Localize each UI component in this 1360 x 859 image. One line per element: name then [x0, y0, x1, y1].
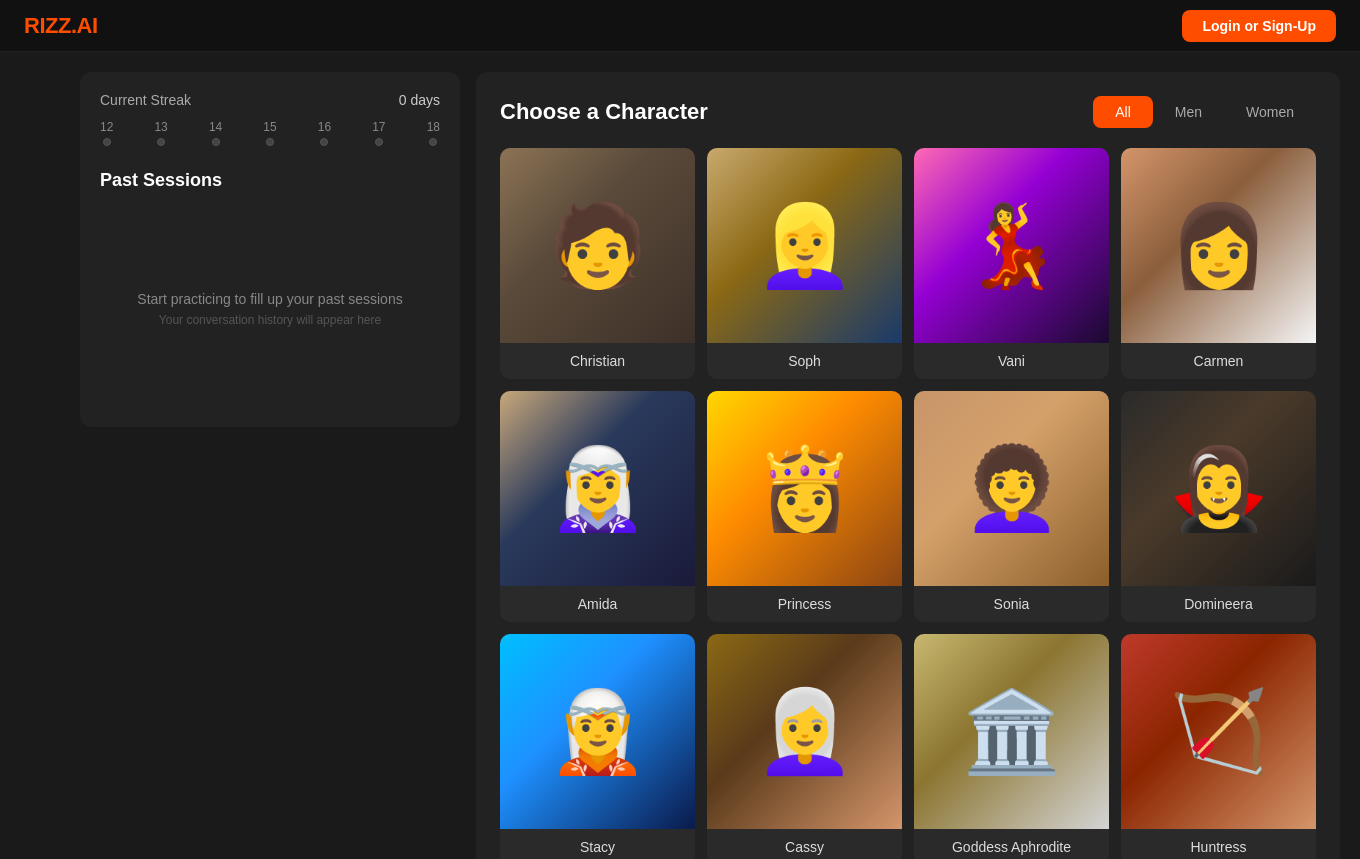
- character-image-cassy: 👩‍🦳: [707, 634, 902, 829]
- character-name-cassy: Cassy: [707, 829, 902, 859]
- character-name-sonia: Sonia: [914, 586, 1109, 622]
- empty-sessions: Start practicing to fill up your past se…: [100, 211, 440, 407]
- character-image-stacy: 🧝: [500, 634, 695, 829]
- character-name-huntress: Huntress: [1121, 829, 1316, 859]
- character-name-soph: Soph: [707, 343, 902, 379]
- character-avatar-amida: 🧝‍♀️: [500, 391, 695, 586]
- character-image-aphrodite: 🏛️: [914, 634, 1109, 829]
- character-avatar-stacy: 🧝: [500, 634, 695, 829]
- streak-label: Current Streak: [100, 92, 191, 108]
- character-name-christian: Christian: [500, 343, 695, 379]
- character-card-soph[interactable]: 👱‍♀️ Soph: [707, 148, 902, 379]
- day-dot: [320, 138, 328, 146]
- day-dot: [212, 138, 220, 146]
- character-card-amida[interactable]: 🧝‍♀️ Amida: [500, 391, 695, 622]
- character-image-sonia: 👩‍🦱: [914, 391, 1109, 586]
- empty-sessions-sub: Your conversation history will appear he…: [159, 313, 381, 327]
- day-number: 16: [318, 120, 331, 134]
- character-card-stacy[interactable]: 🧝 Stacy: [500, 634, 695, 859]
- character-image-huntress: 🏹: [1121, 634, 1316, 829]
- app-header: RIZZ.AI Login or Sign-Up: [0, 0, 1360, 52]
- app-logo: RIZZ.AI: [24, 13, 98, 39]
- main-layout: Current Streak 0 days 12 13 14 15 16 17 …: [0, 52, 1360, 859]
- day-item: 17: [372, 120, 385, 146]
- character-name-domineera: Domineera: [1121, 586, 1316, 622]
- character-image-princess: 👸: [707, 391, 902, 586]
- character-card-huntress[interactable]: 🏹 Huntress: [1121, 634, 1316, 859]
- character-avatar-vani: 💃: [914, 148, 1109, 343]
- character-name-vani: Vani: [914, 343, 1109, 379]
- day-dot: [429, 138, 437, 146]
- filter-tabs: AllMenWomen: [1093, 96, 1316, 128]
- streak-header: Current Streak 0 days: [100, 92, 440, 108]
- day-dot: [266, 138, 274, 146]
- character-avatar-christian: 🧑: [500, 148, 695, 343]
- character-name-aphrodite: Goddess Aphrodite: [914, 829, 1109, 859]
- character-name-amida: Amida: [500, 586, 695, 622]
- login-button[interactable]: Login or Sign-Up: [1182, 10, 1336, 42]
- character-card-sonia[interactable]: 👩‍🦱 Sonia: [914, 391, 1109, 622]
- day-item: 16: [318, 120, 331, 146]
- day-number: 14: [209, 120, 222, 134]
- day-number: 17: [372, 120, 385, 134]
- character-image-carmen: 👩: [1121, 148, 1316, 343]
- day-dot: [157, 138, 165, 146]
- filter-tab-women[interactable]: Women: [1224, 96, 1316, 128]
- character-image-domineera: 🧛‍♀️: [1121, 391, 1316, 586]
- day-item: 12: [100, 120, 113, 146]
- character-avatar-sonia: 👩‍🦱: [914, 391, 1109, 586]
- character-name-stacy: Stacy: [500, 829, 695, 859]
- character-card-domineera[interactable]: 🧛‍♀️ Domineera: [1121, 391, 1316, 622]
- day-number: 13: [154, 120, 167, 134]
- character-avatar-carmen: 👩: [1121, 148, 1316, 343]
- day-number: 15: [263, 120, 276, 134]
- character-card-christian[interactable]: 🧑 Christian: [500, 148, 695, 379]
- day-item: 14: [209, 120, 222, 146]
- filter-tab-all[interactable]: All: [1093, 96, 1153, 128]
- character-card-carmen[interactable]: 👩 Carmen: [1121, 148, 1316, 379]
- character-name-carmen: Carmen: [1121, 343, 1316, 379]
- streak-section: Current Streak 0 days 12 13 14 15 16 17 …: [100, 92, 440, 146]
- character-card-cassy[interactable]: 👩‍🦳 Cassy: [707, 634, 902, 859]
- character-avatar-soph: 👱‍♀️: [707, 148, 902, 343]
- streak-value: 0 days: [399, 92, 440, 108]
- empty-sessions-main: Start practicing to fill up your past se…: [137, 291, 402, 307]
- day-number: 12: [100, 120, 113, 134]
- character-image-christian: 🧑: [500, 148, 695, 343]
- character-grid: 🧑 Christian 👱‍♀️ Soph 💃 Vani 👩: [500, 148, 1316, 859]
- page-title: Choose a Character: [500, 99, 708, 125]
- content-header: Choose a Character AllMenWomen: [500, 96, 1316, 128]
- day-dot: [103, 138, 111, 146]
- character-card-vani[interactable]: 💃 Vani: [914, 148, 1109, 379]
- character-avatar-cassy: 👩‍🦳: [707, 634, 902, 829]
- character-image-vani: 💃: [914, 148, 1109, 343]
- character-avatar-domineera: 🧛‍♀️: [1121, 391, 1316, 586]
- character-name-princess: Princess: [707, 586, 902, 622]
- main-content: Choose a Character AllMenWomen 🧑 Christi…: [476, 72, 1340, 859]
- streak-days: 12 13 14 15 16 17 18: [100, 120, 440, 146]
- past-sessions-section: Past Sessions Start practicing to fill u…: [100, 170, 440, 407]
- filter-tab-men[interactable]: Men: [1153, 96, 1224, 128]
- character-card-aphrodite[interactable]: 🏛️ Goddess Aphrodite: [914, 634, 1109, 859]
- character-image-soph: 👱‍♀️: [707, 148, 902, 343]
- character-image-amida: 🧝‍♀️: [500, 391, 695, 586]
- character-avatar-aphrodite: 🏛️: [914, 634, 1109, 829]
- day-item: 15: [263, 120, 276, 146]
- day-item: 13: [154, 120, 167, 146]
- past-sessions-title: Past Sessions: [100, 170, 440, 191]
- day-number: 18: [427, 120, 440, 134]
- character-avatar-princess: 👸: [707, 391, 902, 586]
- character-avatar-huntress: 🏹: [1121, 634, 1316, 829]
- character-card-princess[interactable]: 👸 Princess: [707, 391, 902, 622]
- sidebar: Current Streak 0 days 12 13 14 15 16 17 …: [80, 72, 460, 427]
- day-item: 18: [427, 120, 440, 146]
- day-dot: [375, 138, 383, 146]
